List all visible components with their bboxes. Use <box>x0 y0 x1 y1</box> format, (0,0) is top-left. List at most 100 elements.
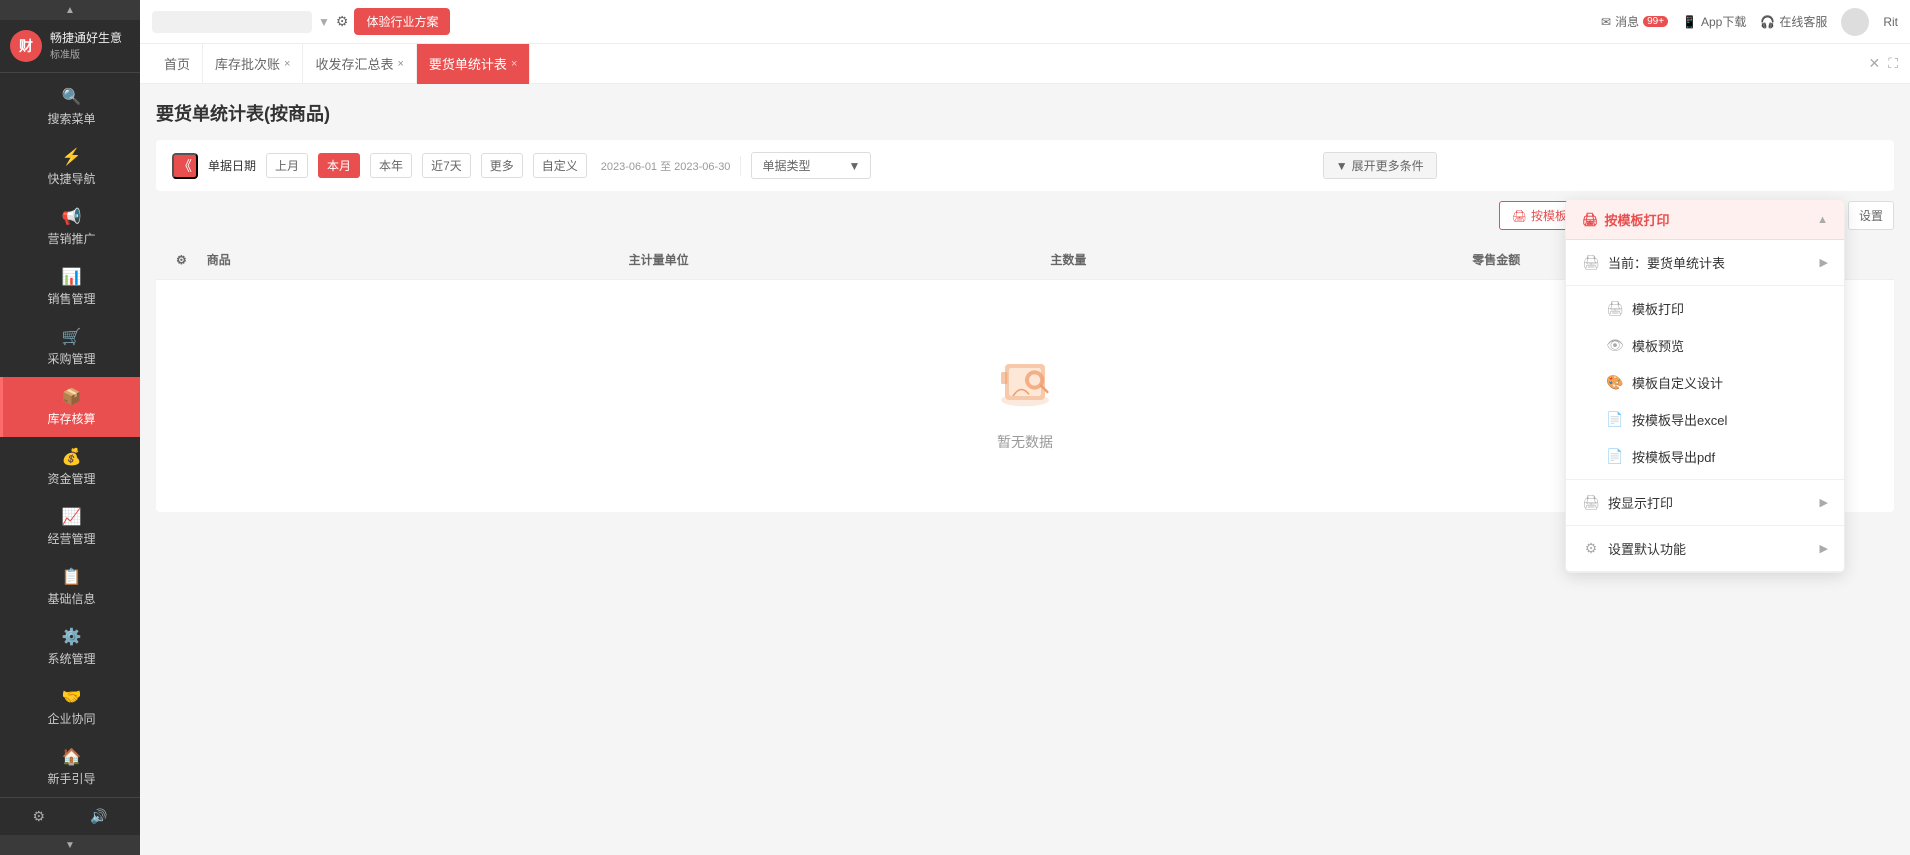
date-more[interactable]: 更多 <box>481 153 523 178</box>
app-logo-icon: 财 <box>10 30 42 62</box>
search-nav-icon: 🔍 <box>62 87 82 107</box>
sidebar-item-marketing[interactable]: 📢 营销推广 <box>0 197 140 257</box>
breadcrumb-input[interactable] <box>152 11 312 33</box>
scroll-up-btn[interactable]: ▲ <box>0 0 140 20</box>
table-settings-icon[interactable]: ⚙ <box>176 253 187 267</box>
sidebar-item-inventory[interactable]: 📦 库存核算 <box>0 377 140 437</box>
print-icon: 🖨 <box>1512 209 1527 223</box>
settings-button[interactable]: 设置 <box>1848 201 1894 230</box>
sidebar: ▲ 财 畅捷通好生意 标准版 🔍 搜索菜单 ⚡ 快捷导航 📢 营销推广 📊 销售… <box>0 0 140 855</box>
dropdown-template-pdf[interactable]: 📄 按模板导出pdf <box>1566 438 1844 475</box>
sidebar-item-sales[interactable]: 📊 销售管理 <box>0 257 140 317</box>
sidebar-item-guide[interactable]: 🏠 新手引导 <box>0 737 140 797</box>
basic-icon: 📋 <box>62 567 82 587</box>
gear-button[interactable]: ⚙ <box>336 13 349 30</box>
top-header: ▼ ⚙ 体验行业方案 ✉ 消息 99+ 📱 App下载 🎧 在线客服 Rit <box>140 0 1910 44</box>
sidebar-item-operation[interactable]: 📈 经营管理 <box>0 497 140 557</box>
sidebar-item-label: 资金管理 <box>47 470 95 487</box>
close-tab-icon[interactable]: ✕ <box>1868 55 1880 72</box>
dropdown-display-print[interactable]: 🖨 按显示打印 ▶ <box>1566 484 1844 521</box>
tab-inventory-batch[interactable]: 库存批次账 × <box>203 44 303 84</box>
template-design-icon: 🎨 <box>1606 374 1624 391</box>
date-this-year[interactable]: 本年 <box>370 153 412 178</box>
sidebar-bottom: ⚙ 🔊 <box>0 797 140 835</box>
sidebar-item-label: 快捷导航 <box>47 170 95 187</box>
dropdown-template-design[interactable]: 🎨 模板自定义设计 <box>1566 364 1844 401</box>
message-badge: 99+ <box>1643 16 1668 27</box>
dropdown-template-print[interactable]: 🖨 模板打印 <box>1566 290 1844 327</box>
purchase-icon: 🛒 <box>62 327 82 347</box>
dropdown-header: 🖨 按模板打印 ▲ <box>1566 200 1844 240</box>
trial-button[interactable]: 体验行业方案 <box>354 8 450 35</box>
guide-icon: 🏠 <box>62 747 82 767</box>
tab-order-stats-close[interactable]: × <box>511 58 517 70</box>
tab-order-stats[interactable]: 要货单统计表 × <box>417 44 530 84</box>
current-template-arrow: ▶ <box>1820 256 1828 269</box>
tab-home[interactable]: 首页 <box>152 44 203 84</box>
tab-inventory-batch-close[interactable]: × <box>284 58 290 70</box>
current-template-icon: 🖨 <box>1582 254 1600 271</box>
set-default-left: ⚙ 设置默认功能 <box>1582 539 1686 558</box>
sidebar-item-search[interactable]: 🔍 搜索菜单 <box>0 77 140 137</box>
user-avatar[interactable] <box>1841 8 1869 36</box>
service-icon: 🎧 <box>1760 15 1775 29</box>
template-print-left: 🖨 模板打印 <box>1606 299 1684 318</box>
type-filter-label: 单据类型 <box>762 157 810 174</box>
cooperation-icon: 🤝 <box>62 687 82 707</box>
date-last-7[interactable]: 近7天 <box>422 153 471 178</box>
sidebar-item-finance[interactable]: 💰 资金管理 <box>0 437 140 497</box>
online-service-button[interactable]: 🎧 在线客服 <box>1760 13 1827 30</box>
dropdown-collapse-icon[interactable]: ▲ <box>1817 214 1828 226</box>
sidebar-item-shortcut[interactable]: ⚡ 快捷导航 <box>0 137 140 197</box>
chevron-down-icon: ▼ <box>318 15 330 29</box>
inventory-icon: 📦 <box>62 387 82 407</box>
tab-maximize-controls: ✕ ⛶ <box>1868 55 1898 72</box>
message-label: 消息 <box>1615 13 1639 30</box>
dropdown-current-template[interactable]: 🖨 当前：要货单统计表 ▶ <box>1566 244 1844 281</box>
shortcut-icon: ⚡ <box>62 147 82 167</box>
more-filters-button[interactable]: ▼ 展开更多条件 <box>1323 152 1437 179</box>
user-name: Rit <box>1883 15 1898 29</box>
scroll-down-btn[interactable]: ▼ <box>0 835 140 855</box>
display-print-icon: 🖨 <box>1582 494 1600 511</box>
dropdown-section-current: 🖨 当前：要货单统计表 ▶ <box>1566 240 1844 286</box>
template-excel-icon: 📄 <box>1606 411 1624 428</box>
tab-inventory-batch-label: 库存批次账 <box>215 54 280 73</box>
header-right: ✉ 消息 99+ 📱 App下载 🎧 在线客服 Rit <box>1601 8 1898 36</box>
tab-order-stats-label: 要货单统计表 <box>429 54 507 73</box>
template-design-left: 🎨 模板自定义设计 <box>1606 373 1723 392</box>
filter-separator <box>740 156 741 176</box>
set-default-icon: ⚙ <box>1582 540 1600 557</box>
sidebar-item-system[interactable]: ⚙️ 系统管理 <box>0 617 140 677</box>
dropdown-template-preview[interactable]: 👁 模板预览 <box>1566 327 1844 364</box>
sidebar-item-label: 搜索菜单 <box>47 110 95 127</box>
filter-expand-button[interactable]: 《 <box>172 153 198 179</box>
sales-icon: 📊 <box>62 267 82 287</box>
expand-icon: 《 <box>178 156 192 176</box>
sidebar-item-purchase[interactable]: 🛒 采购管理 <box>0 317 140 377</box>
sidebar-item-label: 经营管理 <box>47 530 95 547</box>
print-dropdown: 🖨 按模板打印 ▲ 🖨 当前：要货单统计表 ▶ <box>1565 199 1845 573</box>
type-filter-select[interactable]: 单据类型 ▼ <box>751 152 871 179</box>
date-last-month[interactable]: 上月 <box>266 153 308 178</box>
type-filter-chevron: ▼ <box>849 159 861 173</box>
th-qty: 主数量 <box>1040 251 1462 268</box>
tab-summary-close[interactable]: × <box>397 58 403 70</box>
tab-summary[interactable]: 收发存汇总表 × <box>303 44 416 84</box>
settings-bottom-icon[interactable]: ⚙ <box>33 808 46 825</box>
date-custom[interactable]: 自定义 <box>533 153 587 178</box>
sidebar-item-cooperation[interactable]: 🤝 企业协同 <box>0 677 140 737</box>
dropdown-template-excel[interactable]: 📄 按模板导出excel <box>1566 401 1844 438</box>
sidebar-item-label: 企业协同 <box>47 710 95 727</box>
maximize-icon[interactable]: ⛶ <box>1888 55 1898 72</box>
date-this-month[interactable]: 本月 <box>318 153 360 178</box>
th-unit: 主计量单位 <box>619 251 1041 268</box>
audio-bottom-icon[interactable]: 🔊 <box>90 808 107 825</box>
dropdown-set-default[interactable]: ⚙ 设置默认功能 ▶ <box>1566 530 1844 567</box>
empty-illustration <box>985 340 1065 420</box>
app-download-button[interactable]: 📱 App下载 <box>1682 13 1746 30</box>
operation-icon: 📈 <box>62 507 82 527</box>
app-logo-text: 畅捷通好生意 标准版 <box>50 31 122 62</box>
message-button[interactable]: ✉ 消息 99+ <box>1601 13 1668 30</box>
sidebar-item-basic[interactable]: 📋 基础信息 <box>0 557 140 617</box>
